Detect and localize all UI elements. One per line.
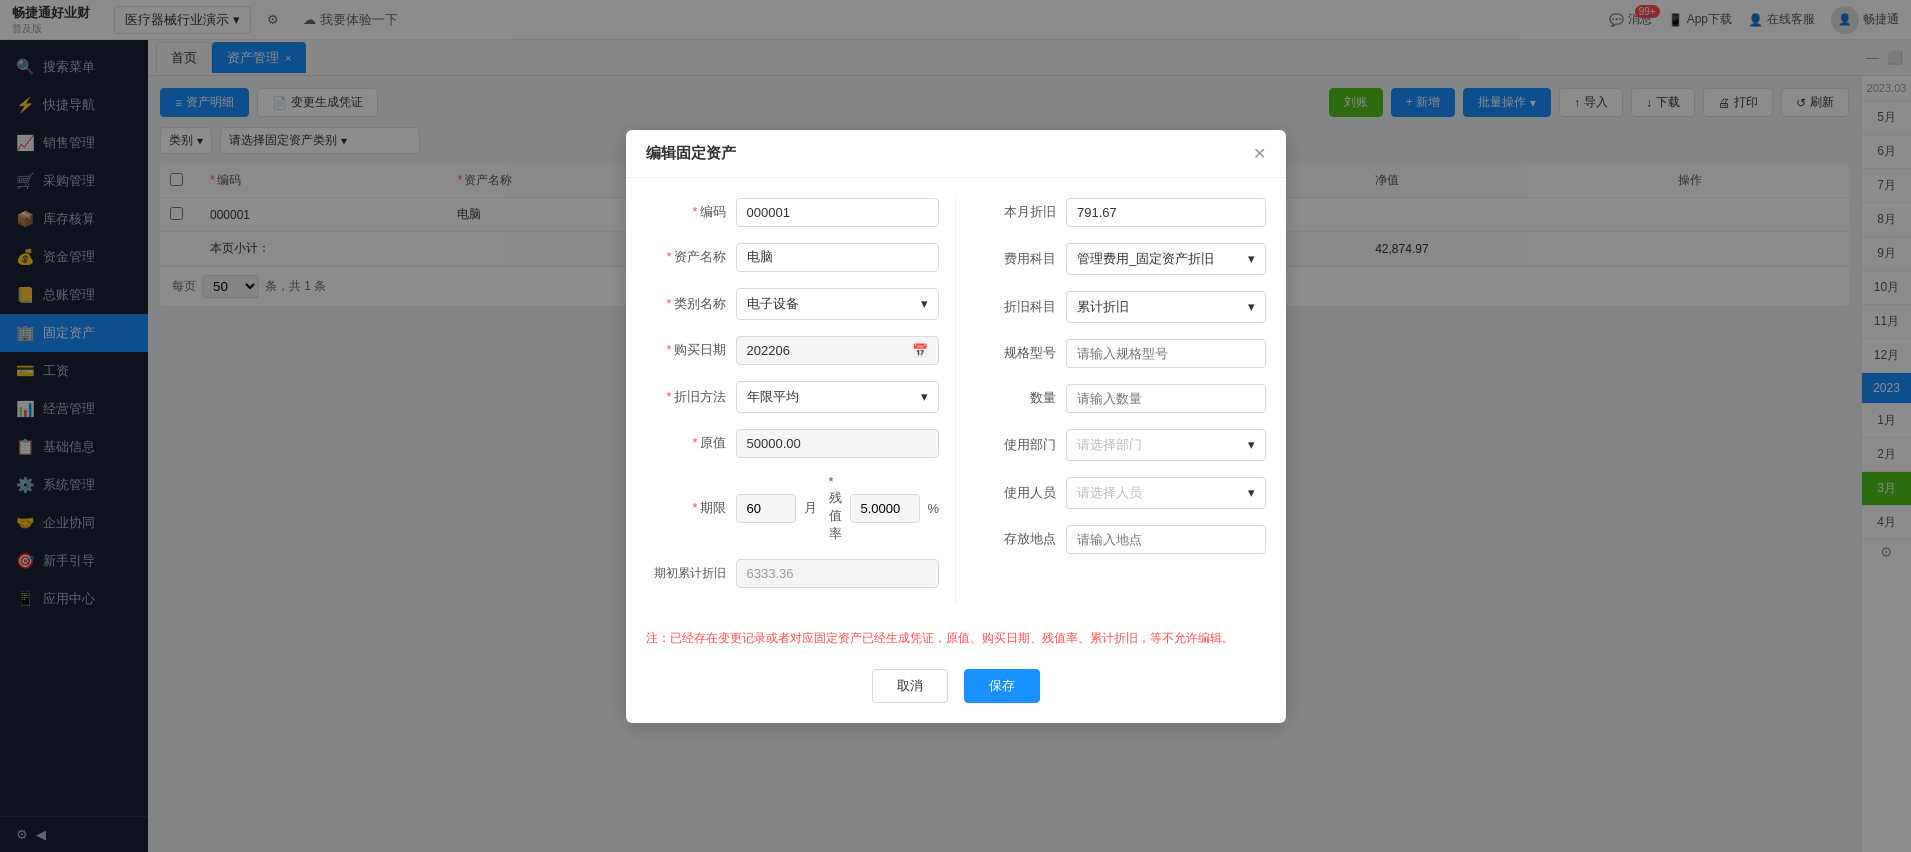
period-group: 月 * 残值率 % — [736, 474, 940, 543]
depreciation-method-select[interactable]: 年限平均 ▾ — [736, 381, 940, 413]
monthly-depreciation-input[interactable] — [1066, 198, 1265, 227]
form-row-quantity: 数量 — [976, 384, 1265, 413]
save-button[interactable]: 保存 — [964, 669, 1040, 703]
original-value-input[interactable] — [736, 429, 940, 458]
initial-depreciation-input[interactable] — [736, 559, 940, 588]
form-row-department: 使用部门 请选择部门 ▾ — [976, 429, 1265, 461]
location-input[interactable] — [1066, 525, 1265, 554]
period-label: *期限 — [646, 499, 736, 517]
personnel-placeholder: 请选择人员 — [1077, 484, 1142, 502]
form-row-spec-model: 规格型号 — [976, 339, 1265, 368]
form-row-code: *编码 — [646, 198, 940, 227]
category-select[interactable]: 电子设备 ▾ — [736, 288, 940, 320]
department-chevron: ▾ — [1248, 437, 1255, 452]
expense-subject-value: 管理费用_固定资产折旧 — [1077, 250, 1214, 268]
form-row-personnel: 使用人员 请选择人员 ▾ — [976, 477, 1265, 509]
personnel-chevron: ▾ — [1248, 485, 1255, 500]
depreciation-subject-value: 累计折旧 — [1077, 298, 1129, 316]
asset-name-label: *资产名称 — [646, 248, 736, 266]
category-chevron: ▾ — [921, 296, 928, 311]
method-chevron: ▾ — [921, 389, 928, 404]
department-placeholder: 请选择部门 — [1077, 436, 1142, 454]
spec-model-input[interactable] — [1066, 339, 1265, 368]
expense-chevron: ▾ — [1248, 251, 1255, 266]
quantity-label: 数量 — [976, 389, 1066, 407]
form-row-monthly-depreciation: 本月折旧 — [976, 198, 1265, 227]
modal-footer: 取消 保存 — [626, 657, 1286, 723]
personnel-select[interactable]: 请选择人员 ▾ — [1066, 477, 1265, 509]
edit-asset-modal: 编辑固定资产 ✕ *编码 *资产名称 — [626, 130, 1286, 723]
period-unit-label: 月 — [804, 499, 817, 517]
personnel-label: 使用人员 — [976, 484, 1066, 502]
expense-subject-label: 费用科目 — [976, 250, 1066, 268]
depreciation-method-label: *折旧方法 — [646, 388, 736, 406]
department-label: 使用部门 — [976, 436, 1066, 454]
initial-depreciation-label: 期初累计折旧 — [646, 565, 736, 582]
form-row-depreciation-subject: 折旧科目 累计折旧 ▾ — [976, 291, 1265, 323]
residual-unit-label: % — [928, 501, 940, 516]
purchase-date-label: *购买日期 — [646, 341, 736, 359]
form-grid: *编码 *资产名称 *类别名称 电子设备 ▾ — [646, 198, 1266, 604]
residual-rate-input[interactable] — [850, 494, 920, 523]
calendar-icon: 📅 — [912, 343, 928, 358]
form-row-period: *期限 月 * 残值率 % — [646, 474, 940, 543]
period-value-input[interactable] — [736, 494, 796, 523]
modal-close-icon[interactable]: ✕ — [1253, 144, 1266, 163]
location-label: 存放地点 — [976, 530, 1066, 548]
depreciation-subject-label: 折旧科目 — [976, 298, 1066, 316]
category-value: 电子设备 — [747, 295, 799, 313]
modal-header: 编辑固定资产 ✕ — [626, 130, 1286, 178]
residual-rate-label: * 残值率 — [829, 474, 842, 543]
purchase-date-input[interactable]: 202206 📅 — [736, 336, 940, 365]
form-row-location: 存放地点 — [976, 525, 1265, 554]
form-row-depreciation-method: *折旧方法 年限平均 ▾ — [646, 381, 940, 413]
modal-note: 注：已经存在变更记录或者对应固定资产已经生成凭证，原值、购买日期、残值率、累计折… — [626, 624, 1286, 657]
modal-overlay: 编辑固定资产 ✕ *编码 *资产名称 — [0, 0, 1911, 852]
depreciation-subject-select[interactable]: 累计折旧 ▾ — [1066, 291, 1265, 323]
monthly-dep-label: 本月折旧 — [976, 203, 1066, 221]
dep-subject-chevron: ▾ — [1248, 299, 1255, 314]
quantity-input[interactable] — [1066, 384, 1265, 413]
form-row-initial-depreciation: 期初累计折旧 — [646, 559, 940, 588]
asset-name-input[interactable] — [736, 243, 940, 272]
code-label: *编码 — [646, 203, 736, 221]
form-row-original-value: *原值 — [646, 429, 940, 458]
code-input[interactable] — [736, 198, 940, 227]
modal-title: 编辑固定资产 — [646, 144, 736, 163]
form-row-category: *类别名称 电子设备 ▾ — [646, 288, 940, 320]
form-row-purchase-date: *购买日期 202206 📅 — [646, 336, 940, 365]
form-row-expense-subject: 费用科目 管理费用_固定资产折旧 ▾ — [976, 243, 1265, 275]
purchase-date-value: 202206 — [747, 343, 790, 358]
form-row-asset-name: *资产名称 — [646, 243, 940, 272]
original-value-label: *原值 — [646, 434, 736, 452]
cancel-button[interactable]: 取消 — [872, 669, 948, 703]
modal-body: *编码 *资产名称 *类别名称 电子设备 ▾ — [626, 178, 1286, 624]
form-right-col: 本月折旧 费用科目 管理费用_固定资产折旧 ▾ 折旧科目 — [956, 198, 1265, 604]
category-label: *类别名称 — [646, 295, 736, 313]
depreciation-method-value: 年限平均 — [747, 388, 799, 406]
spec-model-label: 规格型号 — [976, 344, 1066, 362]
department-select[interactable]: 请选择部门 ▾ — [1066, 429, 1265, 461]
form-left-col: *编码 *资产名称 *类别名称 电子设备 ▾ — [646, 198, 956, 604]
expense-subject-select[interactable]: 管理费用_固定资产折旧 ▾ — [1066, 243, 1265, 275]
